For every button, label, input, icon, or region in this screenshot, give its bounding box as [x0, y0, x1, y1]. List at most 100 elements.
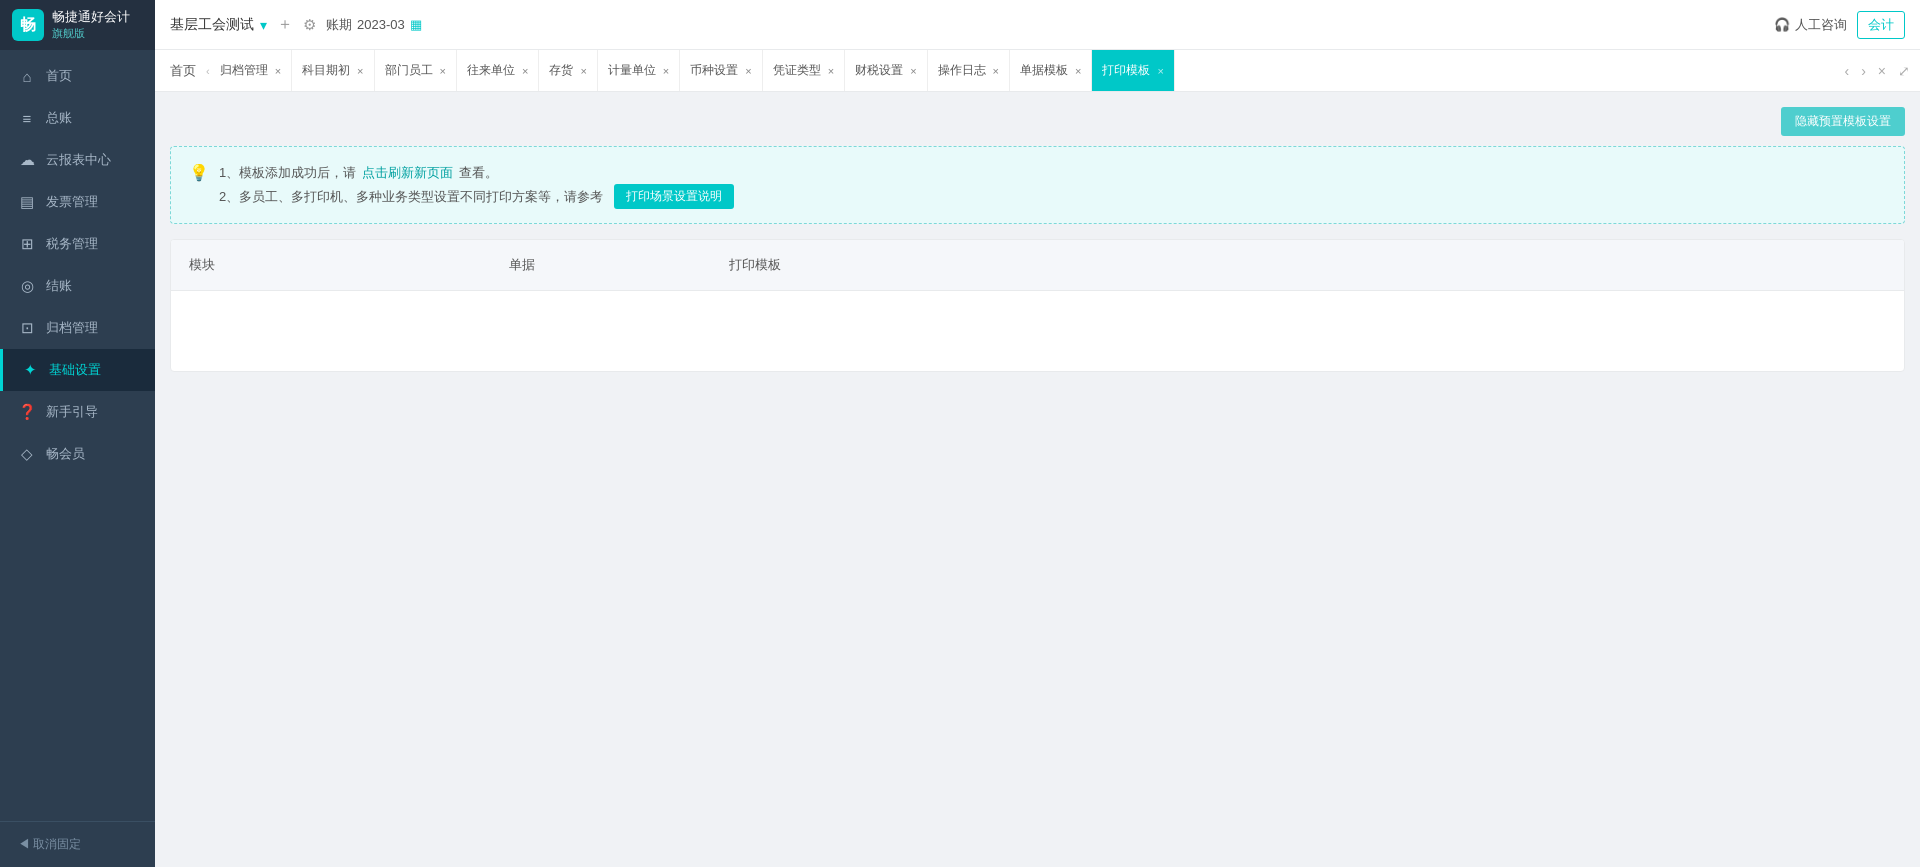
tab-label: 部门员工 [385, 62, 433, 79]
settings-icon: ✦ [21, 361, 39, 379]
sidebar: 畅 畅捷通好会计 旗舰版 ⌂ 首页 ≡ 总账 ☁ 云报表中心 ▤ 发票管理 ⊞ … [0, 0, 155, 867]
tab-close-icon[interactable]: × [745, 65, 751, 77]
tax-icon: ⊞ [18, 235, 36, 253]
tab-dept-staff[interactable]: 部门员工 × [375, 50, 457, 92]
tab-close-icon[interactable]: × [580, 65, 586, 77]
info-content: 1、模板添加成功后，请点击刷新新页面查看。 2、多员工、多打印机、多种业务类型设… [219, 161, 1886, 209]
sidebar-item-ledger[interactable]: ≡ 总账 [0, 97, 155, 139]
tab-close-icon[interactable]: × [993, 65, 999, 77]
service-label: 人工咨询 [1795, 16, 1847, 34]
company-settings-icon[interactable]: ⚙ [303, 16, 316, 34]
tab-close-icon[interactable]: × [1157, 65, 1163, 77]
sidebar-item-reports[interactable]: ☁ 云报表中心 [0, 139, 155, 181]
headset-icon: 🎧 [1774, 17, 1790, 32]
info-line1-suffix: 查看。 [459, 161, 498, 184]
tab-expand-icon[interactable]: ⤢ [1893, 50, 1915, 92]
unpin-label: ◀ 取消固定 [18, 836, 81, 853]
sidebar-item-label: 税务管理 [46, 235, 98, 253]
tab-label: 财税设置 [855, 62, 903, 79]
print-template-table: 模块 单据 打印模板 [170, 239, 1905, 372]
period-display: 账期 2023-03 ▦ [326, 16, 422, 34]
hide-preview-button[interactable]: 隐藏预置模板设置 [1781, 107, 1905, 136]
period-label: 账期 [326, 16, 352, 34]
vip-icon: ◇ [18, 445, 36, 463]
tab-label: 打印模板 [1102, 62, 1150, 79]
tab-close-icon[interactable]: × [1075, 65, 1081, 77]
tab-inventory[interactable]: 存货 × [539, 50, 597, 92]
bulb-icon: 💡 [189, 163, 209, 209]
service-button[interactable]: 🎧 人工咨询 [1774, 16, 1847, 34]
info-line-2: 2、多员工、多打印机、多种业务类型设置不同打印方案等，请参考 打印场景设置说明 [219, 184, 1886, 209]
unpin-button[interactable]: ◀ 取消固定 [0, 821, 155, 867]
dropdown-icon[interactable]: ▾ [260, 17, 267, 33]
topbar-right: 🎧 人工咨询 会计 [1774, 11, 1905, 39]
tab-close-icon[interactable]: × [357, 65, 363, 77]
info-box: 💡 1、模板添加成功后，请点击刷新新页面查看。 2、多员工、多打印机、多种业务类… [170, 146, 1905, 224]
home-icon: ⌂ [18, 68, 36, 85]
content-area: 隐藏预置模板设置 💡 1、模板添加成功后，请点击刷新新页面查看。 2、多员工、多… [155, 92, 1920, 867]
sidebar-item-settings[interactable]: ✦ 基础设置 [0, 349, 155, 391]
sidebar-item-archive[interactable]: ⊡ 归档管理 [0, 307, 155, 349]
topbar: 基层工会测试 ▾ ＋ ⚙ 账期 2023-03 ▦ 🎧 人工咨询 会计 [155, 0, 1920, 50]
refresh-link[interactable]: 点击刷新新页面 [362, 161, 453, 184]
calendar-icon[interactable]: ▦ [410, 17, 422, 32]
tab-label: 计量单位 [608, 62, 656, 79]
invoice-icon: ▤ [18, 193, 36, 211]
sidebar-item-guide[interactable]: ❓ 新手引导 [0, 391, 155, 433]
table-header: 模块 单据 打印模板 [171, 240, 1904, 291]
tab-close-icon[interactable]: × [440, 65, 446, 77]
tab-close-all-icon[interactable]: × [1873, 50, 1891, 92]
add-company-button[interactable]: ＋ [277, 14, 293, 35]
sidebar-item-tax[interactable]: ⊞ 税务管理 [0, 223, 155, 265]
sidebar-nav: ⌂ 首页 ≡ 总账 ☁ 云报表中心 ▤ 发票管理 ⊞ 税务管理 ◎ 结账 ⊡ 归… [0, 50, 155, 821]
tab-subject-period[interactable]: 科目期初 × [292, 50, 374, 92]
tab-label: 存货 [549, 62, 573, 79]
tab-tax-settings[interactable]: 财税设置 × [845, 50, 927, 92]
sidebar-item-label: 归档管理 [46, 319, 98, 337]
tab-next-icon[interactable]: › [1856, 50, 1871, 92]
sidebar-item-label: 云报表中心 [46, 151, 111, 169]
company-name: 基层工会测试 [170, 16, 254, 34]
tab-label: 往来单位 [467, 62, 515, 79]
tab-close-icon[interactable]: × [663, 65, 669, 77]
cloud-icon: ☁ [18, 151, 36, 169]
sidebar-item-label: 结账 [46, 277, 72, 295]
tab-unit[interactable]: 计量单位 × [598, 50, 680, 92]
sidebar-item-vip[interactable]: ◇ 畅会员 [0, 433, 155, 475]
tab-currency[interactable]: 币种设置 × [680, 50, 762, 92]
sidebar-item-checkout[interactable]: ◎ 结账 [0, 265, 155, 307]
tab-close-icon[interactable]: × [275, 65, 281, 77]
tab-voucher-type[interactable]: 凭证类型 × [763, 50, 845, 92]
tab-label: 科目期初 [302, 62, 350, 79]
tab-prev-icon[interactable]: ‹ [1839, 50, 1854, 92]
tab-label: 单据模板 [1020, 62, 1068, 79]
logo-badge: 旗舰版 [52, 26, 130, 41]
tab-close-icon[interactable]: × [522, 65, 528, 77]
info-line2-prefix: 2、多员工、多打印机、多种业务类型设置不同打印方案等，请参考 [219, 185, 603, 208]
tab-home[interactable]: 首页 [160, 50, 206, 92]
sidebar-logo: 畅 畅捷通好会计 旗舰版 [0, 0, 155, 50]
tab-label: 凭证类型 [773, 62, 821, 79]
col-header-template: 打印模板 [711, 250, 1904, 280]
company-selector[interactable]: 基层工会测试 ▾ [170, 16, 267, 34]
logo-icon: 畅 [12, 9, 44, 41]
main-area: 基层工会测试 ▾ ＋ ⚙ 账期 2023-03 ▦ 🎧 人工咨询 会计 首页 ‹… [155, 0, 1920, 867]
tab-archive-mgmt[interactable]: 归档管理 × [210, 50, 292, 92]
sidebar-item-invoice[interactable]: ▤ 发票管理 [0, 181, 155, 223]
tab-close-icon[interactable]: × [828, 65, 834, 77]
info-line1-prefix: 1、模板添加成功后，请 [219, 161, 356, 184]
tab-label: 操作日志 [938, 62, 986, 79]
sidebar-item-label: 首页 [46, 67, 72, 85]
accountant-button[interactable]: 会计 [1857, 11, 1905, 39]
print-scene-button[interactable]: 打印场景设置说明 [614, 184, 734, 209]
tab-single-template[interactable]: 单据模板 × [1010, 50, 1092, 92]
tabs-bar: 首页 ‹ 归档管理 × 科目期初 × 部门员工 × 往来单位 × 存货 × 计量… [155, 50, 1920, 92]
tab-operation-log[interactable]: 操作日志 × [928, 50, 1010, 92]
tab-home-label: 首页 [170, 62, 196, 80]
tab-print-template[interactable]: 打印模板 × [1092, 50, 1174, 92]
tab-supplier[interactable]: 往来单位 × [457, 50, 539, 92]
logo-title: 畅捷通好会计 [52, 9, 130, 26]
sidebar-item-label: 总账 [46, 109, 72, 127]
sidebar-item-home[interactable]: ⌂ 首页 [0, 55, 155, 97]
tab-close-icon[interactable]: × [910, 65, 916, 77]
